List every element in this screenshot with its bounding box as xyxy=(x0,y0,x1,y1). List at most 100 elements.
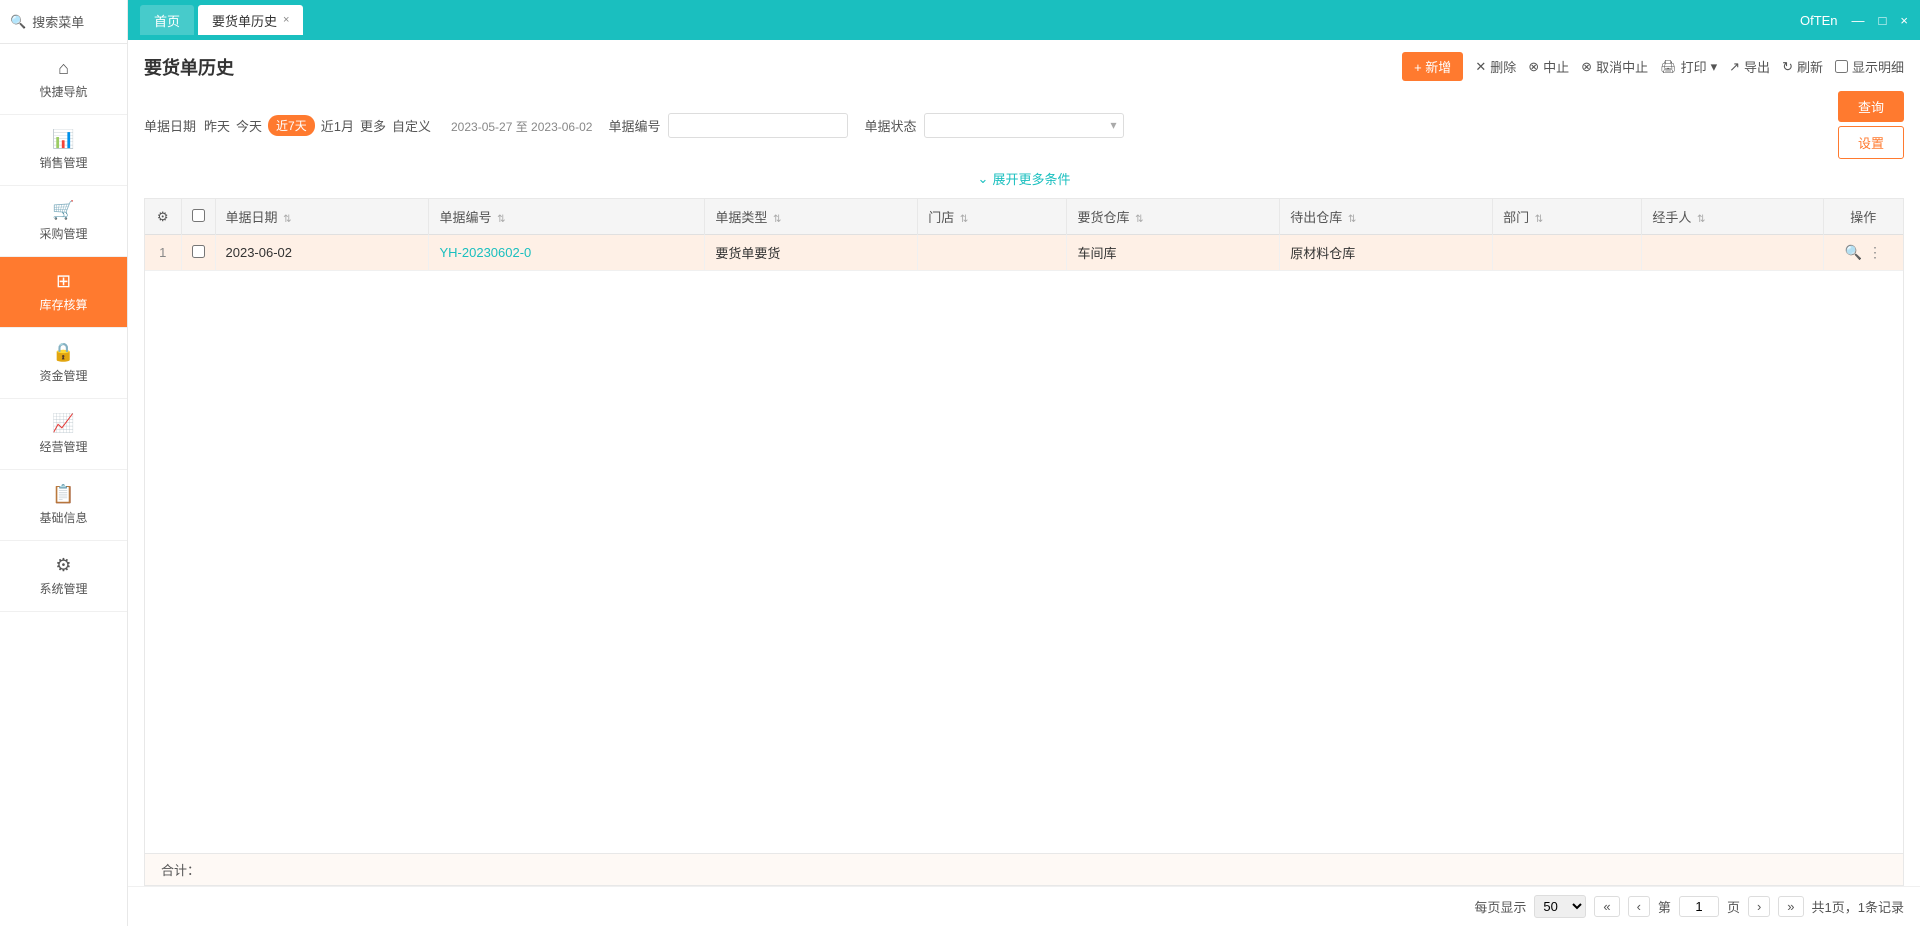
col-doc-date[interactable]: 单据日期 ⇅ xyxy=(215,199,429,235)
search-icon: 🔍 xyxy=(10,14,26,30)
sidebar-item-label: 销售管理 xyxy=(39,154,87,171)
page-title: 要货单历史 xyxy=(144,54,234,80)
export-icon: ↗ xyxy=(1729,59,1740,75)
sidebar-item-purchase[interactable]: 🛒 采购管理 xyxy=(0,186,127,257)
minimize-button[interactable]: — xyxy=(1852,13,1865,28)
refresh-button[interactable]: ↻ 刷新 xyxy=(1782,57,1823,76)
sort-icon: ⇅ xyxy=(1135,214,1143,225)
sidebar-search[interactable]: 🔍 搜索菜单 xyxy=(0,0,127,44)
sidebar-item-quick-nav[interactable]: ⌂ 快捷导航 xyxy=(0,44,127,115)
print-button[interactable]: 🖨 打印 ▾ xyxy=(1660,57,1717,76)
col-req-warehouse[interactable]: 要货仓库 ⇅ xyxy=(1067,199,1280,235)
more-button[interactable]: ⋮ xyxy=(1868,244,1882,261)
cancel-stop-button[interactable]: ⊗ 取消中止 xyxy=(1581,57,1648,76)
tab-close-button[interactable]: × xyxy=(283,14,289,26)
sidebar-item-system[interactable]: ⚙ 系统管理 xyxy=(0,541,127,612)
home-tab-label: 首页 xyxy=(154,11,180,30)
finance-icon: 🔒 xyxy=(52,342,74,363)
sidebar-item-sales[interactable]: 📊 销售管理 xyxy=(0,115,127,186)
doc-number-filter: 单据编号 xyxy=(608,113,848,138)
table-container: ⚙ 单据日期 ⇅ 单据编号 ⇅ xyxy=(144,198,1904,854)
doc-number-link[interactable]: YH-20230602-0 xyxy=(439,245,531,260)
col-department[interactable]: 部门 ⇅ xyxy=(1493,199,1642,235)
export-button[interactable]: ↗ 导出 xyxy=(1729,57,1770,76)
purchase-icon: 🛒 xyxy=(52,200,74,221)
print-dropdown-icon: ▾ xyxy=(1711,59,1718,75)
cell-doc-date: 2023-06-02 xyxy=(215,235,429,271)
new-button[interactable]: + 新增 xyxy=(1402,52,1463,81)
shortcut-more[interactable]: 更多 xyxy=(360,116,386,135)
col-doc-number[interactable]: 单据编号 ⇅ xyxy=(429,199,705,235)
shortcut-1month[interactable]: 近1月 xyxy=(321,116,354,135)
cell-department xyxy=(1493,235,1642,271)
sidebar-item-finance[interactable]: 🔒 资金管理 xyxy=(0,328,127,399)
delete-icon: ✕ xyxy=(1475,59,1486,75)
col-settings[interactable]: ⚙ xyxy=(145,199,181,235)
page-number-input[interactable] xyxy=(1679,896,1719,917)
view-button[interactable]: 🔍 xyxy=(1845,244,1862,261)
next-page-button[interactable]: › xyxy=(1748,896,1770,917)
sidebar-item-label: 系统管理 xyxy=(39,580,87,597)
home-tab[interactable]: 首页 xyxy=(140,5,194,35)
total-info: 共1页，1条记录 xyxy=(1812,897,1904,916)
table-row: 1 2023-06-02 YH-20230602-0 要货单要货 车间库 原材料… xyxy=(145,235,1903,271)
content-area: 要货单历史 + 新增 ✕ 删除 ⊗ 中止 ⊗ 取消中止 🖨 打印 xyxy=(128,40,1920,926)
stop-icon: ⊗ xyxy=(1528,59,1539,75)
col-doc-type[interactable]: 单据类型 ⇅ xyxy=(705,199,918,235)
toolbar: + 新增 ✕ 删除 ⊗ 中止 ⊗ 取消中止 🖨 打印 ▾ xyxy=(1402,52,1904,81)
col-pending-warehouse[interactable]: 待出仓库 ⇅ xyxy=(1280,199,1493,235)
pagination: 每页显示 50 100 200 « ‹ 第 页 › » 共1页，1条记录 xyxy=(128,886,1920,926)
maximize-button[interactable]: □ xyxy=(1879,13,1887,28)
status-select-wrapper xyxy=(924,113,1124,138)
cell-pending-warehouse: 原材料仓库 xyxy=(1280,235,1493,271)
table-header-row: ⚙ 单据日期 ⇅ 单据编号 ⇅ xyxy=(145,199,1903,235)
topbar: 首页 要货单历史 × OfTEn — □ × xyxy=(128,0,1920,40)
delete-button[interactable]: ✕ 删除 xyxy=(1475,57,1516,76)
basic-icon: 📋 xyxy=(52,484,74,505)
footer-total-label: 合计： xyxy=(161,863,200,878)
status-label: 单据状态 xyxy=(864,116,916,135)
doc-number-input[interactable] xyxy=(668,113,848,138)
page-size-label: 每页显示 xyxy=(1474,897,1526,916)
sidebar-item-basic[interactable]: 📋 基础信息 xyxy=(0,470,127,541)
refresh-icon: ↻ xyxy=(1782,59,1793,75)
first-page-button[interactable]: « xyxy=(1594,896,1619,917)
col-store[interactable]: 门店 ⇅ xyxy=(918,199,1067,235)
show-detail-checkbox[interactable]: 显示明细 xyxy=(1835,57,1904,76)
home-icon: ⌂ xyxy=(58,58,69,79)
date-filter: 单据日期 昨天 今天 近7天 近1月 更多 自定义 xyxy=(144,115,431,136)
last-page-button[interactable]: » xyxy=(1778,896,1803,917)
filter-expand-row: ⌄ 展开更多条件 xyxy=(144,163,1904,188)
sidebar-item-inventory[interactable]: ⊞ 库存核算 xyxy=(0,257,127,328)
filter-row: 单据日期 昨天 今天 近7天 近1月 更多 自定义 2023-05-27 至 2… xyxy=(144,91,1904,159)
expand-more-button[interactable]: ⌄ 展开更多条件 xyxy=(978,169,1071,188)
col-handler[interactable]: 经手人 ⇅ xyxy=(1642,199,1823,235)
sidebar-item-label: 采购管理 xyxy=(39,225,87,242)
sidebar-search-label: 搜索菜单 xyxy=(32,12,84,31)
sidebar-item-operations[interactable]: 📈 经营管理 xyxy=(0,399,127,470)
main-area: 首页 要货单历史 × OfTEn — □ × 要货单历史 + 新增 ✕ 删除 ⊗ xyxy=(128,0,1920,926)
current-tab[interactable]: 要货单历史 × xyxy=(198,5,303,35)
shortcut-today[interactable]: 今天 xyxy=(236,116,262,135)
sort-icon: ⇅ xyxy=(1697,214,1705,225)
select-all-checkbox[interactable] xyxy=(192,209,205,222)
shortcut-7days[interactable]: 近7天 xyxy=(268,115,315,136)
filter-area: 单据日期 昨天 今天 近7天 近1月 更多 自定义 2023-05-27 至 2… xyxy=(128,81,1920,198)
window-close-button[interactable]: × xyxy=(1900,13,1908,28)
cell-operation: 🔍 ⋮ xyxy=(1823,235,1903,271)
stop-button[interactable]: ⊗ 中止 xyxy=(1528,57,1569,76)
prev-page-button[interactable]: ‹ xyxy=(1628,896,1650,917)
row-checkbox[interactable] xyxy=(192,245,205,258)
shortcut-custom[interactable]: 自定义 xyxy=(392,116,431,135)
status-select[interactable] xyxy=(924,113,1124,138)
doc-number-label: 单据编号 xyxy=(608,116,660,135)
sidebar-item-label: 基础信息 xyxy=(39,509,87,526)
query-button[interactable]: 查询 xyxy=(1838,91,1904,122)
filter-settings-button[interactable]: 设置 xyxy=(1838,126,1904,159)
date-label: 单据日期 xyxy=(144,116,196,135)
shortcut-yesterday[interactable]: 昨天 xyxy=(204,116,230,135)
action-buttons: 查询 设置 xyxy=(1838,91,1904,159)
show-detail-input[interactable] xyxy=(1835,60,1848,73)
sort-icon: ⇅ xyxy=(1348,214,1356,225)
page-size-select[interactable]: 50 100 200 xyxy=(1534,895,1586,918)
